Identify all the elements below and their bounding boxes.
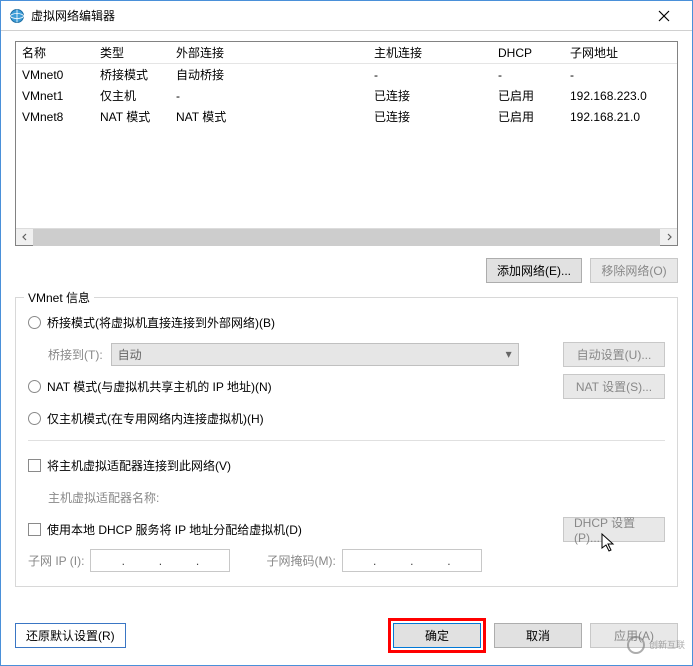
network-list[interactable]: 名称 类型 外部连接 主机连接 DHCP 子网地址 VMnet0 桥接模式 自动… (15, 41, 678, 246)
scroll-left-icon[interactable] (16, 229, 33, 246)
divider (28, 440, 665, 441)
restore-defaults-button[interactable]: 还原默认设置(R) (15, 623, 126, 648)
radio-icon (28, 380, 41, 393)
nat-mode-radio-row[interactable]: NAT 模式(与虚拟机共享主机的 IP 地址)(N) NAT 设置(S)... (28, 372, 665, 400)
subnet-ip-label: 子网 IP (I): (28, 552, 84, 569)
checkbox-icon (28, 523, 41, 536)
nat-settings-button: NAT 设置(S)... (563, 374, 665, 399)
bridge-to-label: 桥接到(T): (48, 346, 103, 363)
table-row[interactable]: VMnet8 NAT 模式 NAT 模式 已连接 已启用 192.168.21.… (16, 106, 677, 127)
bridge-mode-label: 桥接模式(将虚拟机直接连接到外部网络)(B) (47, 314, 275, 331)
dhcp-label: 使用本地 DHCP 服务将 IP 地址分配给虚拟机(D) (47, 521, 302, 538)
close-button[interactable] (644, 1, 684, 31)
watermark: 创新互联 (624, 629, 688, 661)
subnet-mask-input[interactable]: . . . (342, 549, 482, 572)
bridge-mode-radio-row[interactable]: 桥接模式(将虚拟机直接连接到外部网络)(B) (28, 308, 665, 336)
hostonly-mode-label: 仅主机模式(在专用网络内连接虚拟机)(H) (47, 410, 264, 427)
col-header-ext[interactable]: 外部连接 (170, 44, 368, 61)
dialog-body: 名称 类型 外部连接 主机连接 DHCP 子网地址 VMnet0 桥接模式 自动… (1, 31, 692, 610)
col-header-subnet[interactable]: 子网地址 (564, 44, 664, 61)
cancel-button[interactable]: 取消 (494, 623, 582, 648)
col-header-type[interactable]: 类型 (94, 44, 170, 61)
table-row[interactable]: VMnet0 桥接模式 自动桥接 - - - (16, 64, 677, 85)
horizontal-scrollbar[interactable] (16, 228, 677, 245)
connect-host-checkbox-row[interactable]: 将主机虚拟适配器连接到此网络(V) (28, 451, 665, 479)
scroll-track[interactable] (33, 229, 660, 246)
dhcp-settings-button: DHCP 设置(P)... (563, 517, 665, 542)
chevron-down-icon: ▾ (506, 347, 512, 361)
add-network-button[interactable]: 添加网络(E)... (486, 258, 582, 283)
col-header-host[interactable]: 主机连接 (368, 44, 492, 61)
radio-icon (28, 316, 41, 329)
scroll-thumb[interactable] (33, 229, 660, 246)
list-buttons: 添加网络(E)... 移除网络(O) (15, 258, 678, 283)
ok-highlight: 确定 (388, 618, 486, 653)
table-row[interactable]: VMnet1 仅主机 - 已连接 已启用 192.168.223.0 (16, 85, 677, 106)
dialog-footer: 还原默认设置(R) 确定 取消 应用(A) (1, 610, 692, 665)
col-header-name[interactable]: 名称 (16, 44, 94, 61)
ok-button[interactable]: 确定 (393, 623, 481, 648)
subnet-ip-input[interactable]: . . . (90, 549, 230, 572)
nat-mode-label: NAT 模式(与虚拟机共享主机的 IP 地址)(N) (47, 378, 272, 395)
auto-settings-button: 自动设置(U)... (563, 342, 665, 367)
host-adapter-name-row: 主机虚拟适配器名称: (48, 483, 665, 511)
app-icon (9, 8, 25, 24)
bridge-to-select[interactable]: 自动 ▾ (111, 343, 519, 366)
subnet-mask-label: 子网掩码(M): (266, 552, 335, 569)
list-rows: VMnet0 桥接模式 自动桥接 - - - VMnet1 仅主机 - 已连接 … (16, 64, 677, 228)
window-title: 虚拟网络编辑器 (31, 7, 644, 24)
vmnet-info-group: VMnet 信息 桥接模式(将虚拟机直接连接到外部网络)(B) 桥接到(T): … (15, 297, 678, 587)
checkbox-icon (28, 459, 41, 472)
scroll-right-icon[interactable] (660, 229, 677, 246)
bridge-to-row: 桥接到(T): 自动 ▾ 自动设置(U)... (48, 340, 665, 368)
connect-host-label: 将主机虚拟适配器连接到此网络(V) (47, 457, 231, 474)
virtual-network-editor-window: 虚拟网络编辑器 名称 类型 外部连接 主机连接 DHCP 子网地址 VMnet0… (0, 0, 693, 666)
titlebar: 虚拟网络编辑器 (1, 1, 692, 31)
group-title: VMnet 信息 (24, 289, 94, 306)
dhcp-checkbox-row[interactable]: 使用本地 DHCP 服务将 IP 地址分配给虚拟机(D) DHCP 设置(P).… (28, 515, 665, 543)
remove-network-button: 移除网络(O) (590, 258, 678, 283)
hostonly-mode-radio-row[interactable]: 仅主机模式(在专用网络内连接虚拟机)(H) (28, 404, 665, 432)
host-adapter-label: 主机虚拟适配器名称: (48, 489, 159, 506)
list-header: 名称 类型 外部连接 主机连接 DHCP 子网地址 (16, 42, 677, 64)
subnet-row: 子网 IP (I): . . . 子网掩码(M): . . . (28, 549, 665, 572)
col-header-dhcp[interactable]: DHCP (492, 46, 564, 60)
radio-icon (28, 412, 41, 425)
